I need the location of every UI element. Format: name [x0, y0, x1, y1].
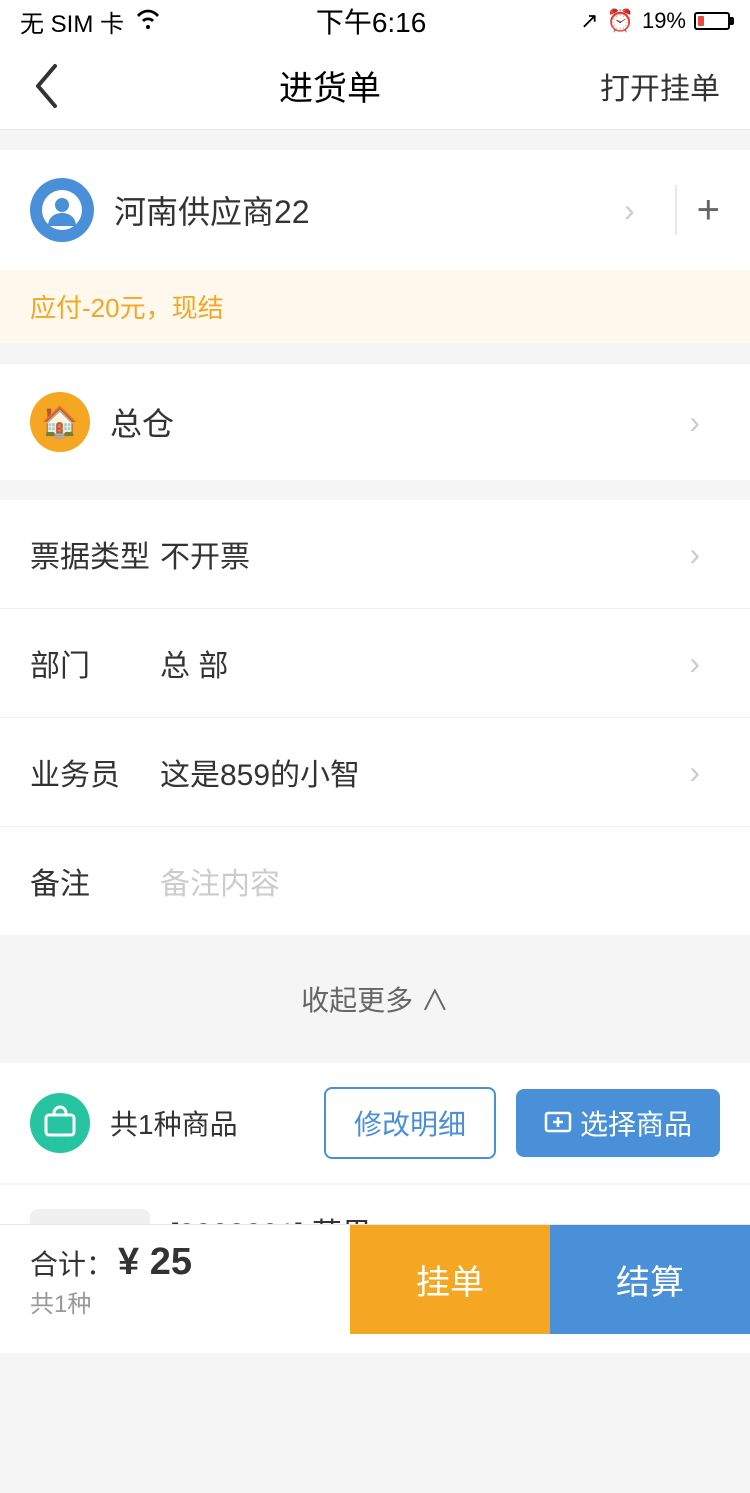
status-time: 下午6:16 — [316, 1, 427, 41]
dept-row[interactable]: 部门 总 部 › — [0, 609, 750, 718]
warehouse-icon-wrap: 🏠 — [30, 392, 90, 452]
product-count: 共1种商品 — [110, 1103, 304, 1143]
warehouse-row[interactable]: 🏠 总仓 › — [0, 363, 750, 480]
total-amount: ¥ 25 — [118, 1241, 192, 1284]
product-header: 共1种商品 修改明细 选择商品 — [0, 1063, 750, 1183]
select-product-label: 选择商品 — [580, 1103, 692, 1143]
warehouse-name: 总仓 — [110, 399, 689, 445]
warehouse-section: 🏠 总仓 › — [0, 363, 750, 480]
hang-button[interactable]: 挂单 — [350, 1225, 550, 1334]
notice-banner: 应付-20元，现结 — [0, 270, 750, 343]
invoice-label: 票据类型 — [30, 532, 160, 576]
form-section: 票据类型 不开票 › 部门 总 部 › 业务员 这是859的小智 › 备注 备注… — [0, 500, 750, 935]
page-title: 进货单 — [279, 61, 381, 110]
dept-value: 总 部 — [160, 641, 689, 685]
remark-input[interactable]: 备注内容 — [160, 859, 720, 903]
supplier-name: 河南供应商22 — [114, 187, 624, 233]
carrier-text: 无 SIM 卡 — [20, 4, 124, 39]
supplier-section: 河南供应商22 › + 应付-20元，现结 — [0, 150, 750, 343]
avatar-icon — [42, 190, 82, 230]
status-bar: 无 SIM 卡 下午6:16 ↗ ⏰ 19% — [0, 0, 750, 42]
bottom-bar: 合计： ¥ 25 共1种 挂单 结算 — [0, 1224, 750, 1334]
sales-chevron-icon: › — [689, 754, 700, 791]
location-icon: ↗ — [580, 8, 598, 34]
sales-value: 这是859的小智 — [160, 750, 689, 794]
dept-label: 部门 — [30, 641, 160, 685]
supplier-avatar — [30, 178, 94, 242]
invoice-row[interactable]: 票据类型 不开票 › — [0, 500, 750, 609]
battery-icon — [694, 12, 730, 30]
add-supplier-button[interactable]: + — [697, 188, 720, 233]
warehouse-chevron-icon: › — [689, 404, 700, 441]
warehouse-icon: 🏠 — [41, 405, 78, 440]
sales-label: 业务员 — [30, 750, 160, 794]
total-section: 合计： ¥ 25 共1种 — [0, 1225, 350, 1334]
remark-row[interactable]: 备注 备注内容 — [0, 827, 750, 935]
supplier-row[interactable]: 河南供应商22 › + — [0, 150, 750, 270]
status-right: ↗ ⏰ 19% — [580, 8, 730, 34]
select-product-button[interactable]: 选择商品 — [516, 1089, 720, 1157]
settle-button[interactable]: 结算 — [550, 1225, 750, 1334]
collapse-label: 收起更多 ∧ — [301, 979, 449, 1019]
collapse-button[interactable]: 收起更多 ∧ — [0, 955, 750, 1043]
alarm-icon: ⏰ — [607, 8, 634, 34]
invoice-chevron-icon: › — [689, 536, 700, 573]
battery-percent: 19% — [642, 8, 686, 34]
product-icon-wrap — [30, 1093, 90, 1153]
divider — [675, 185, 677, 235]
invoice-value: 不开票 — [160, 532, 689, 576]
sales-row[interactable]: 业务员 这是859的小智 › — [0, 718, 750, 827]
total-sub: 共1种 — [30, 1284, 320, 1319]
edit-detail-button[interactable]: 修改明细 — [324, 1087, 496, 1159]
status-left: 无 SIM 卡 — [20, 4, 162, 39]
dept-chevron-icon: › — [689, 645, 700, 682]
total-label: 合计： — [30, 1243, 114, 1283]
back-button[interactable] — [30, 62, 60, 110]
supplier-chevron-icon: › — [624, 192, 635, 229]
nav-bar: 进货单 打开挂单 — [0, 42, 750, 130]
wifi-icon — [134, 7, 162, 36]
open-pending-button[interactable]: 打开挂单 — [600, 64, 720, 108]
remark-label: 备注 — [30, 859, 160, 903]
